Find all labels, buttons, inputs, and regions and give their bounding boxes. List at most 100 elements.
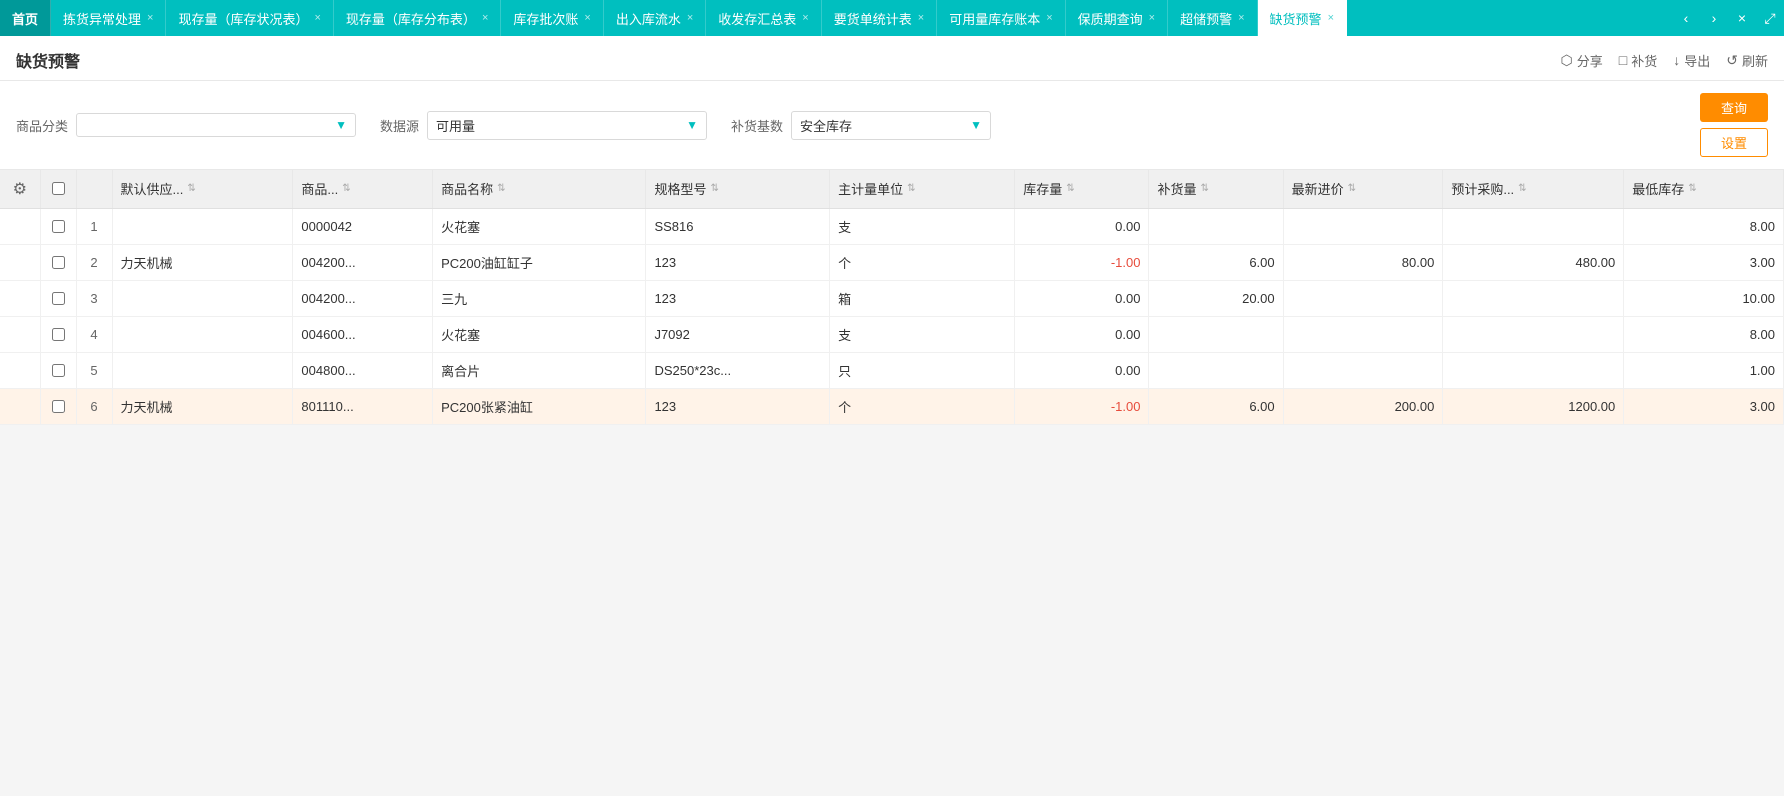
col-spec[interactable]: 规格型号 ⇅ <box>646 170 830 208</box>
cell-replenish-4 <box>1149 316 1283 352</box>
main-content: 缺货预警 ⬡ 分享 □ 补货 ↓ 导出 ↺ 刷新 商品分类 <box>0 36 1784 425</box>
close-overstock-icon[interactable]: × <box>1238 12 1244 24</box>
nav-arrow-right[interactable]: › <box>1700 0 1728 36</box>
col-supplier[interactable]: 默认供应... ⇅ <box>112 170 293 208</box>
table-row[interactable]: 3 004200... 三九 123 箱 0.00 20.00 10.00 <box>0 280 1784 316</box>
replenish-base-select[interactable]: 安全库存 ▼ <box>791 111 991 140</box>
cell-spec-3: 123 <box>646 280 830 316</box>
nav-tab-available-ledger[interactable]: 可用量库存账本 × <box>937 0 1065 36</box>
nav-tab-expiry-query[interactable]: 保质期查询 × <box>1066 0 1168 36</box>
nav-tab-inventory-dist[interactable]: 现存量（库存分布表） × <box>334 0 501 36</box>
col-est-purchase[interactable]: 预计采购... ⇅ <box>1443 170 1624 208</box>
export-button[interactable]: ↓ 导出 <box>1673 51 1710 70</box>
col-unit-sort-icon: ⇅ <box>907 183 915 194</box>
datasource-select[interactable]: 可用量 ▼ <box>427 111 707 140</box>
nav-tab-exception[interactable]: 拣货异常处理 × <box>51 0 166 36</box>
cell-supplier-4 <box>112 316 293 352</box>
table-header-row: ⚙ 默认供应... ⇅ <box>0 170 1784 208</box>
cell-est-purchase-5 <box>1443 352 1624 388</box>
page-title: 缺货预警 <box>16 48 80 72</box>
table-row[interactable]: 6 力天机械 801110... PC200张紧油缸 123 个 -1.00 6… <box>0 388 1784 424</box>
row-checkbox-2[interactable] <box>52 256 65 269</box>
col-name[interactable]: 商品名称 ⇅ <box>433 170 646 208</box>
cell-min-stock-4: 8.00 <box>1624 316 1784 352</box>
nav-tab-batch-account[interactable]: 库存批次账 × <box>501 0 603 36</box>
select-all-checkbox[interactable] <box>52 182 65 195</box>
close-order-stats-icon[interactable]: × <box>918 12 924 24</box>
cell-supplier-6: 力天机械 <box>112 388 293 424</box>
gear-icon[interactable]: ⚙ <box>13 181 27 198</box>
nav-fullscreen-icon[interactable]: ⤢ <box>1756 0 1784 36</box>
row-checkbox-6[interactable] <box>52 400 65 413</box>
cell-checkbox-1[interactable] <box>40 208 76 244</box>
nav-tab-inventory-status[interactable]: 现存量（库存状况表） × <box>166 0 333 36</box>
col-checkbox[interactable] <box>40 170 76 208</box>
replenish-base-filter-group: 补货基数 安全库存 ▼ <box>731 111 991 140</box>
col-code[interactable]: 商品... ⇅ <box>293 170 433 208</box>
col-replenish[interactable]: 补货量 ⇅ <box>1149 170 1283 208</box>
close-inventory-status-icon[interactable]: × <box>314 12 320 24</box>
col-stock-sort-icon: ⇅ <box>1066 183 1074 194</box>
datasource-label: 数据源 <box>380 116 419 135</box>
col-stock[interactable]: 库存量 ⇅ <box>1015 170 1149 208</box>
nav-tab-inout-flow[interactable]: 出入库流水 × <box>604 0 706 36</box>
cell-stock-4: 0.00 <box>1015 316 1149 352</box>
close-available-ledger-icon[interactable]: × <box>1046 12 1052 24</box>
cell-checkbox-6[interactable] <box>40 388 76 424</box>
nav-tab-home[interactable]: 首页 <box>0 0 51 36</box>
col-min-stock[interactable]: 最低库存 ⇅ <box>1624 170 1784 208</box>
nav-tab-overstock-label: 超储预警 <box>1180 9 1232 28</box>
close-batch-account-icon[interactable]: × <box>584 12 590 24</box>
close-inventory-dist-icon[interactable]: × <box>482 12 488 24</box>
cell-spec-2: 123 <box>646 244 830 280</box>
cell-name-1: 火花塞 <box>433 208 646 244</box>
col-unit[interactable]: 主计量单位 ⇅ <box>830 170 1015 208</box>
cell-checkbox-3[interactable] <box>40 280 76 316</box>
cell-est-purchase-6: 1200.00 <box>1443 388 1624 424</box>
cell-code-4: 004600... <box>293 316 433 352</box>
close-expiry-query-icon[interactable]: × <box>1149 12 1155 24</box>
nav-tab-order-stats[interactable]: 要货单统计表 × <box>822 0 937 36</box>
col-num <box>76 170 112 208</box>
nav-tab-overstock[interactable]: 超储预警 × <box>1168 0 1257 36</box>
cell-settings-1 <box>0 208 40 244</box>
close-shortage-icon[interactable]: × <box>1328 12 1334 24</box>
category-filter-group: 商品分类 ▼ <box>16 113 356 137</box>
nav-close-icon[interactable]: × <box>1728 0 1756 36</box>
refresh-button[interactable]: ↺ 刷新 <box>1726 51 1768 70</box>
nav-tab-collect-summary[interactable]: 收发存汇总表 × <box>706 0 821 36</box>
table-row[interactable]: 2 力天机械 004200... PC200油缸缸子 123 个 -1.00 6… <box>0 244 1784 280</box>
col-settings[interactable]: ⚙ <box>0 170 40 208</box>
settings-button[interactable]: 设置 <box>1700 128 1768 157</box>
col-latest-price[interactable]: 最新进价 ⇅ <box>1283 170 1443 208</box>
col-spec-label: 规格型号 <box>654 179 706 198</box>
replenish-button[interactable]: □ 补货 <box>1619 51 1657 70</box>
row-checkbox-5[interactable] <box>52 364 65 377</box>
cell-latest-price-4 <box>1283 316 1443 352</box>
row-checkbox-4[interactable] <box>52 328 65 341</box>
cell-checkbox-2[interactable] <box>40 244 76 280</box>
cell-checkbox-4[interactable] <box>40 316 76 352</box>
query-button[interactable]: 查询 <box>1700 93 1768 122</box>
share-icon: ⬡ <box>1561 52 1573 69</box>
table-row[interactable]: 4 004600... 火花塞 J7092 支 0.00 8.00 <box>0 316 1784 352</box>
nav-tab-shortage-label: 缺货预警 <box>1270 9 1322 28</box>
close-exception-icon[interactable]: × <box>147 12 153 24</box>
category-select[interactable]: ▼ <box>76 113 356 137</box>
share-button[interactable]: ⬡ 分享 <box>1561 51 1603 70</box>
table-row[interactable]: 5 004800... 离合片 DS250*23c... 只 0.00 1.00 <box>0 352 1784 388</box>
category-dropdown-icon: ▼ <box>335 118 347 132</box>
close-inout-flow-icon[interactable]: × <box>687 12 693 24</box>
close-collect-summary-icon[interactable]: × <box>802 12 808 24</box>
cell-replenish-1 <box>1149 208 1283 244</box>
cell-replenish-5 <box>1149 352 1283 388</box>
col-latest-price-label: 最新进价 <box>1292 179 1344 198</box>
nav-tab-shortage[interactable]: 缺货预警 × <box>1258 0 1347 36</box>
cell-checkbox-5[interactable] <box>40 352 76 388</box>
row-checkbox-3[interactable] <box>52 292 65 305</box>
table-row[interactable]: 1 0000042 火花塞 SS816 支 0.00 8.00 <box>0 208 1784 244</box>
cell-name-6: PC200张紧油缸 <box>433 388 646 424</box>
row-checkbox-1[interactable] <box>52 220 65 233</box>
nav-arrow-left[interactable]: ‹ <box>1672 0 1700 36</box>
nav-tab-exception-label: 拣货异常处理 <box>63 9 141 28</box>
